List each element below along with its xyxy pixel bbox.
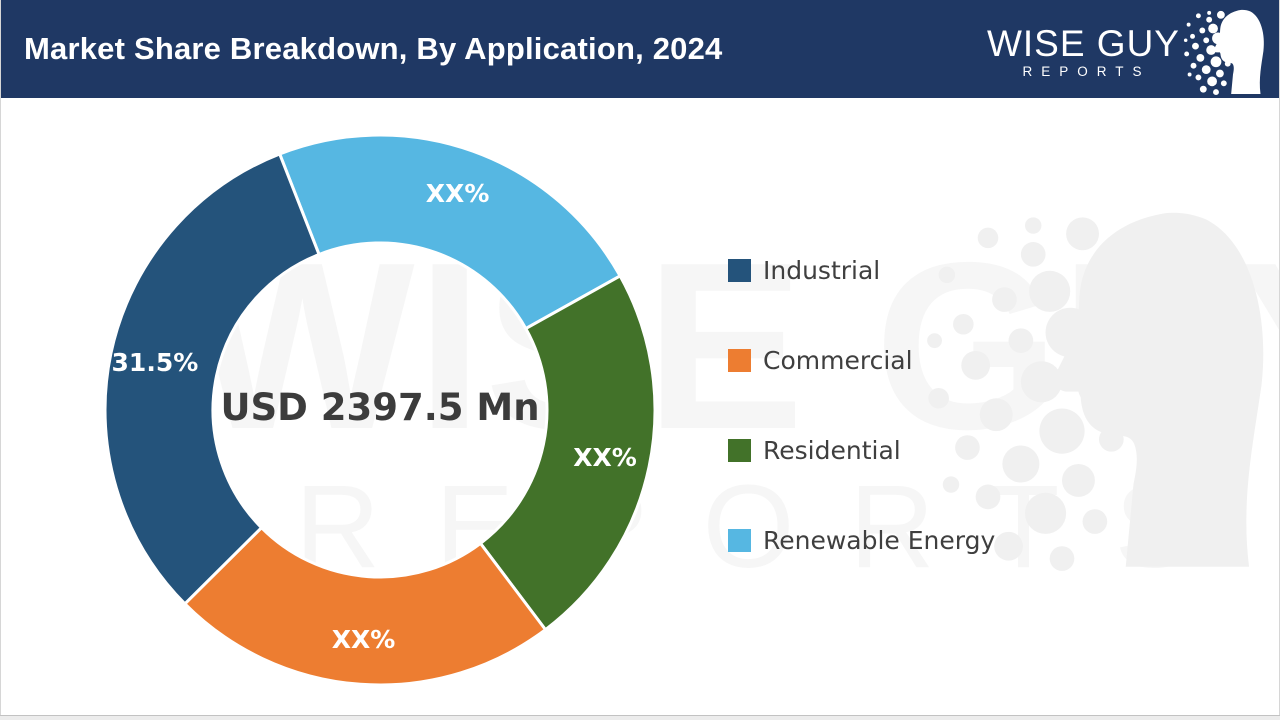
logo-wordmark: WISE GUY REPORTS: [986, 22, 1180, 80]
segment-value-label-residential: XX%: [573, 443, 637, 472]
wiseguy-face-icon: [1166, 8, 1266, 96]
donut-segment-renewable-energy: [278, 133, 622, 331]
legend-item-renewable-energy: Renewable Energy: [728, 525, 996, 555]
legend-swatch: [728, 438, 751, 462]
page-title: Market Share Breakdown, By Application, …: [24, 31, 723, 66]
header: Market Share Breakdown, By Application, …: [0, 0, 1280, 98]
logo: WISE GUY REPORTS: [987, 8, 1266, 96]
legend-item-industrial: Industrial: [728, 255, 995, 285]
legend-swatch: [728, 348, 751, 372]
donut-segment-industrial: [103, 152, 321, 606]
segment-value-label-industrial: 31.5%: [112, 348, 199, 377]
legend-label: Residential: [763, 435, 901, 465]
legend: Industrial Commercial Residential Renewable…: [728, 255, 996, 618]
logo-wiseguy-text: WISE GUY: [986, 22, 1180, 64]
segment-value-label-commercial: XX%: [332, 625, 396, 654]
logo-reports-text: REPORTS: [1022, 64, 1151, 80]
legend-item-residential: Residential: [728, 435, 995, 465]
legend-label: Commercial: [763, 345, 913, 375]
center-value-label: USD 2397.5 Mn: [220, 386, 540, 429]
legend-swatch: [728, 528, 751, 552]
bottom-strip: [0, 715, 1280, 720]
page: Market Share Breakdown, By Application, …: [0, 0, 1280, 720]
legend-label: Renewable Energy: [763, 525, 996, 555]
segment-value-label-renewable-energy: XX%: [426, 179, 490, 208]
legend-label: Industrial: [763, 255, 881, 285]
legend-swatch: [728, 258, 751, 282]
legend-item-commercial: Commercial: [728, 345, 995, 375]
